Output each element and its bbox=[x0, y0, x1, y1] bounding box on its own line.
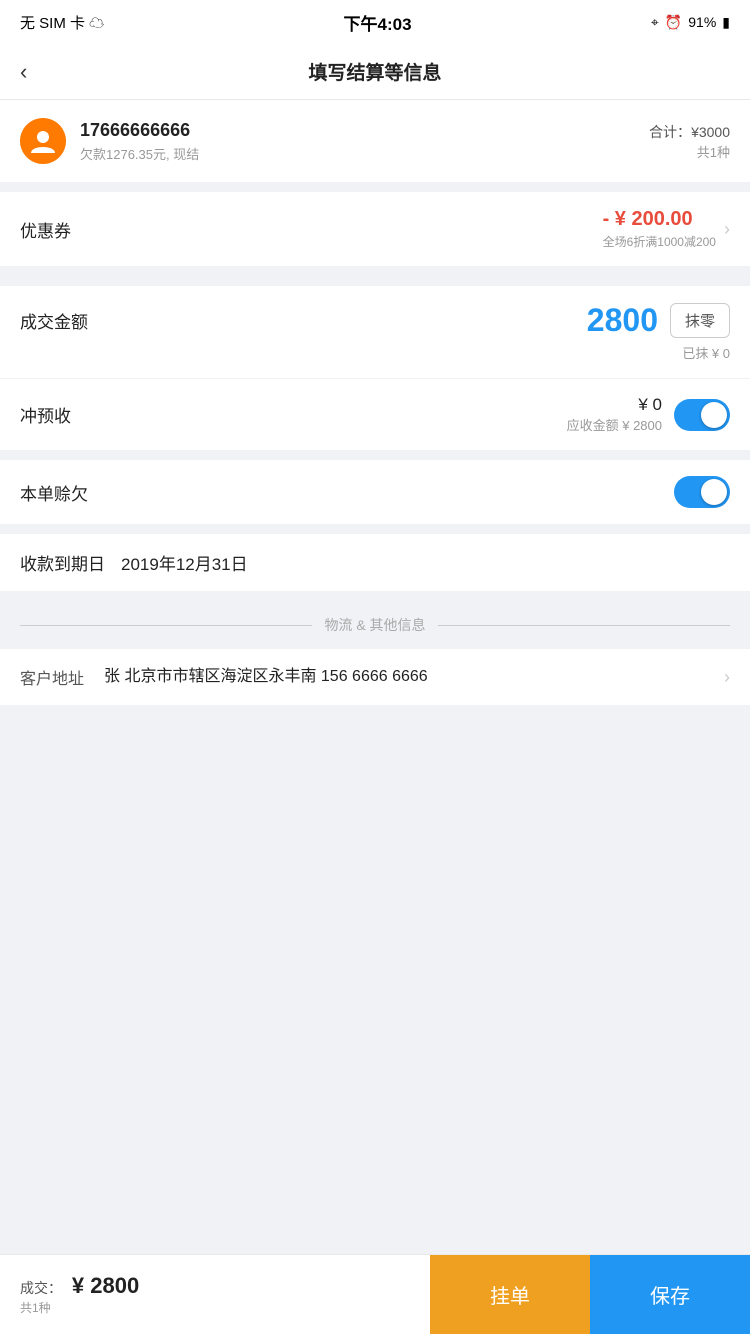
empty-space bbox=[0, 715, 750, 915]
precharge-values: ¥ 0 应收金额 ¥ 2800 bbox=[567, 395, 662, 434]
total-label: 合计：¥3000 bbox=[649, 122, 730, 142]
pending-button[interactable]: 挂单 bbox=[430, 1255, 590, 1334]
customer-left: 17666666666 欠款1276.35元, 现结 bbox=[20, 118, 199, 164]
status-right: ⌖ ⏰ 91% ▮ bbox=[651, 14, 730, 31]
total-count: 共1种 bbox=[649, 142, 730, 161]
coupon-right: - ¥ 200.00 全场6折满1000减200 › bbox=[603, 208, 730, 250]
debt-label: 本单赊欠 bbox=[20, 480, 88, 505]
status-bar: 无 SIM 卡 ☁ 下午4:03 ⌖ ⏰ 91% ▮ bbox=[0, 0, 750, 44]
status-time: 下午4:03 bbox=[344, 10, 412, 35]
address-chevron-icon: › bbox=[724, 667, 730, 688]
total-amount: ¥3000 bbox=[691, 124, 730, 140]
logistics-line-right bbox=[438, 625, 730, 626]
customer-card: 17666666666 欠款1276.35元, 现结 合计：¥3000 共1种 bbox=[0, 100, 750, 182]
battery-text: 91% bbox=[688, 14, 716, 30]
status-left: 无 SIM 卡 ☁ bbox=[20, 12, 104, 33]
due-date-section: 收款到期日 2019年12月31日 bbox=[0, 534, 750, 591]
precharge-sub: 应收金额 ¥ 2800 bbox=[567, 415, 662, 434]
precharge-toggle[interactable] bbox=[674, 399, 730, 431]
logistics-line-left bbox=[20, 625, 312, 626]
debt-section: 本单赊欠 bbox=[0, 460, 750, 524]
bottom-summary: 成交： ¥ 2800 共1种 bbox=[0, 1273, 430, 1316]
logistics-text: 物流 & 其他信息 bbox=[324, 615, 425, 635]
toggle-circle bbox=[701, 402, 727, 428]
coupon-discount: - ¥ 200.00 bbox=[603, 208, 716, 231]
amount-sub-text: 已抹 ¥ 0 bbox=[20, 343, 730, 362]
nav-title: 填写结算等信息 bbox=[308, 58, 441, 85]
amount-row: 成交金额 2800 抹零 bbox=[20, 302, 730, 339]
precharge-section: 冲预收 ¥ 0 应收金额 ¥ 2800 bbox=[0, 378, 750, 450]
location-icon: ⌖ bbox=[651, 14, 659, 31]
round-button[interactable]: 抹零 bbox=[670, 303, 730, 338]
nav-bar: ‹ 填写结算等信息 bbox=[0, 44, 750, 100]
section-divider-1 bbox=[0, 276, 750, 286]
amount-right: 2800 抹零 bbox=[587, 302, 730, 339]
coupon-detail: - ¥ 200.00 全场6折满1000减200 bbox=[603, 208, 716, 250]
summary-label: 成交： bbox=[20, 1280, 62, 1296]
due-date-label: 收款到期日 bbox=[20, 550, 105, 575]
customer-phone: 17666666666 bbox=[80, 120, 199, 141]
content: 17666666666 欠款1276.35元, 现结 合计：¥3000 共1种 … bbox=[0, 100, 750, 1005]
amount-value: 2800 bbox=[587, 302, 658, 339]
summary-price: ¥ 2800 bbox=[72, 1273, 139, 1298]
sim-status: 无 SIM 卡 ☁ bbox=[20, 12, 104, 33]
customer-info: 17666666666 欠款1276.35元, 现结 bbox=[80, 120, 199, 163]
summary-count: 共1种 bbox=[20, 1299, 410, 1316]
battery-icon: ▮ bbox=[722, 14, 730, 31]
coupon-label: 优惠券 bbox=[20, 217, 71, 242]
customer-debt-text: 欠款1276.35元, 现结 bbox=[80, 144, 199, 163]
due-date-row: 收款到期日 2019年12月31日 bbox=[20, 550, 730, 575]
summary-main: 成交： ¥ 2800 bbox=[20, 1273, 410, 1299]
due-date-value: 2019年12月31日 bbox=[121, 550, 248, 575]
coupon-chevron-icon: › bbox=[724, 219, 730, 240]
coupon-row[interactable]: 优惠券 - ¥ 200.00 全场6折满1000减200 › bbox=[0, 192, 750, 266]
section-divider-2 bbox=[0, 450, 750, 460]
precharge-row: 冲预收 ¥ 0 应收金额 ¥ 2800 bbox=[20, 395, 730, 434]
precharge-amount: ¥ 0 bbox=[567, 395, 662, 415]
avatar bbox=[20, 118, 66, 164]
amount-label: 成交金额 bbox=[20, 308, 88, 333]
address-value: 张 北京市市辖区海淀区永丰南 156 6666 6666 bbox=[104, 665, 724, 689]
logistics-divider: 物流 & 其他信息 bbox=[0, 601, 750, 649]
save-button[interactable]: 保存 bbox=[590, 1255, 750, 1334]
debt-toggle-circle bbox=[701, 479, 727, 505]
back-button[interactable]: ‹ bbox=[20, 59, 27, 85]
coupon-desc: 全场6折满1000减200 bbox=[603, 233, 716, 250]
precharge-label: 冲预收 bbox=[20, 402, 71, 427]
address-section[interactable]: 客户地址 张 北京市市辖区海淀区永丰南 156 6666 6666 › bbox=[0, 649, 750, 705]
alarm-icon: ⏰ bbox=[665, 14, 682, 31]
precharge-right: ¥ 0 应收金额 ¥ 2800 bbox=[567, 395, 730, 434]
debt-toggle[interactable] bbox=[674, 476, 730, 508]
customer-totals: 合计：¥3000 共1种 bbox=[649, 122, 730, 161]
address-label: 客户地址 bbox=[20, 665, 84, 689]
bottom-bar: 成交： ¥ 2800 共1种 挂单 保存 bbox=[0, 1254, 750, 1334]
amount-section: 成交金额 2800 抹零 已抹 ¥ 0 bbox=[0, 286, 750, 378]
